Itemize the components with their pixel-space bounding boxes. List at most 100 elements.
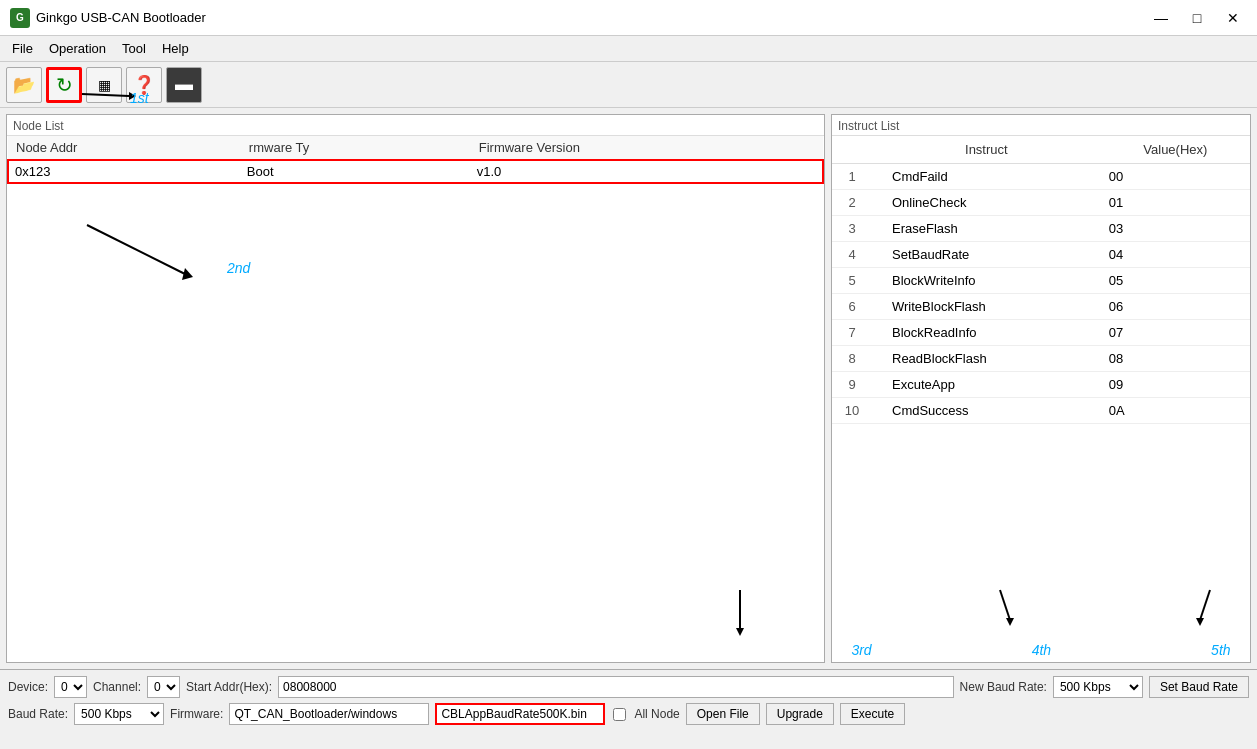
instruct-value: 08 — [1101, 346, 1250, 372]
menu-file[interactable]: File — [4, 39, 41, 58]
all-node-checkbox[interactable] — [613, 708, 626, 721]
instruct-name: BlockWriteInfo — [872, 268, 1101, 294]
menu-bar: File Operation Tool Help — [0, 36, 1257, 62]
instruct-value: 09 — [1101, 372, 1250, 398]
node-list-title: Node List — [7, 115, 824, 136]
annotation-1st: 1st — [130, 90, 149, 106]
instruct-value: 03 — [1101, 216, 1250, 242]
new-baud-label: New Baud Rate: — [960, 680, 1047, 694]
instruct-value: 05 — [1101, 268, 1250, 294]
window-controls[interactable]: — □ ✕ — [1147, 8, 1247, 28]
instruct-num: 7 — [832, 320, 872, 346]
table-row[interactable]: 1 CmdFaild 00 — [832, 164, 1250, 190]
minimize-button[interactable]: — — [1147, 8, 1175, 28]
instruct-value: 00 — [1101, 164, 1250, 190]
table-row[interactable]: 7 BlockReadInfo 07 — [832, 320, 1250, 346]
table-row[interactable]: 5 BlockWriteInfo 05 — [832, 268, 1250, 294]
baud-rate-select[interactable]: 500 Kbps — [74, 703, 164, 725]
menu-tool[interactable]: Tool — [114, 39, 154, 58]
instruct-num: 6 — [832, 294, 872, 320]
close-button[interactable]: ✕ — [1219, 8, 1247, 28]
device-button[interactable]: ▬ — [166, 67, 202, 103]
channel-select[interactable]: 0 — [147, 676, 180, 698]
instruct-list-title: Instruct List — [832, 115, 1250, 136]
instruct-list-panel: Instruct List Instruct Value(Hex) 1 CmdF… — [831, 114, 1251, 663]
maximize-button[interactable]: □ — [1183, 8, 1211, 28]
main-content: Node List Node Addr rmware Ty Firmware V… — [0, 108, 1257, 669]
window-title: Ginkgo USB-CAN Bootloader — [36, 10, 1147, 25]
instruct-name: OnlineCheck — [872, 190, 1101, 216]
col-num — [832, 136, 872, 164]
instruct-name: ReadBlockFlash — [872, 346, 1101, 372]
annotation-2nd: 2nd — [227, 260, 250, 276]
table-row[interactable]: 2 OnlineCheck 01 — [832, 190, 1250, 216]
annotation-4th: 4th — [1032, 642, 1051, 658]
instruct-value: 01 — [1101, 190, 1250, 216]
table-row[interactable]: 9 ExcuteApp 09 — [832, 372, 1250, 398]
open-folder-button[interactable]: 📂 — [6, 67, 42, 103]
svg-line-2 — [87, 225, 187, 275]
table-row[interactable]: 8 ReadBlockFlash 08 — [832, 346, 1250, 372]
channel-label: Channel: — [93, 680, 141, 694]
node-addr-cell: 0x123 — [8, 160, 241, 183]
device-select[interactable]: 0 — [54, 676, 87, 698]
instruct-name: BlockReadInfo — [872, 320, 1101, 346]
bottom-bar: Device: 0 Channel: 0 Start Addr(Hex): Ne… — [0, 669, 1257, 749]
instruct-num: 5 — [832, 268, 872, 294]
instruct-name: SetBaudRate — [872, 242, 1101, 268]
table-row[interactable]: 6 WriteBlockFlash 06 — [832, 294, 1250, 320]
col-value: Value(Hex) — [1101, 136, 1250, 164]
instruct-num: 8 — [832, 346, 872, 372]
set-baud-rate-button[interactable]: Set Baud Rate — [1149, 676, 1249, 698]
instruct-value: 0A — [1101, 398, 1250, 424]
app-icon: G — [10, 8, 30, 28]
table-row[interactable]: 0x123 Boot v1.0 — [8, 160, 823, 183]
table-row[interactable]: 4 SetBaudRate 04 — [832, 242, 1250, 268]
instruct-num: 2 — [832, 190, 872, 216]
col-firmware-type: rmware Ty — [241, 136, 471, 160]
col-instruct: Instruct — [872, 136, 1101, 164]
svg-line-0 — [82, 94, 129, 96]
instruct-num: 3 — [832, 216, 872, 242]
upgrade-button[interactable]: Upgrade — [766, 703, 834, 725]
execute-button[interactable]: Execute — [840, 703, 905, 725]
instruct-num: 10 — [832, 398, 872, 424]
open-file-button[interactable]: Open File — [686, 703, 760, 725]
instruct-name: WriteBlockFlash — [872, 294, 1101, 320]
col-firmware-version: Firmware Version — [471, 136, 823, 160]
instruct-value: 07 — [1101, 320, 1250, 346]
new-baud-select[interactable]: 500 Kbps — [1053, 676, 1143, 698]
instruct-value: 04 — [1101, 242, 1250, 268]
instruct-name: ExcuteApp — [872, 372, 1101, 398]
svg-marker-3 — [182, 268, 193, 280]
menu-help[interactable]: Help — [154, 39, 197, 58]
menu-operation[interactable]: Operation — [41, 39, 114, 58]
bottom-row-2: Baud Rate: 500 Kbps Firmware: All Node O… — [8, 703, 1249, 725]
annotation-3rd: 3rd — [851, 642, 871, 658]
device-label: Device: — [8, 680, 48, 694]
instruct-name: CmdSuccess — [872, 398, 1101, 424]
col-node-addr: Node Addr — [8, 136, 241, 160]
table-row[interactable]: 3 EraseFlash 03 — [832, 216, 1250, 242]
instruct-name: EraseFlash — [872, 216, 1101, 242]
start-addr-input[interactable] — [278, 676, 953, 698]
annotation-5th: 5th — [1211, 642, 1230, 658]
title-bar: G Ginkgo USB-CAN Bootloader — □ ✕ — [0, 0, 1257, 36]
instruct-num: 4 — [832, 242, 872, 268]
baud-rate-label: Baud Rate: — [8, 707, 68, 721]
table-row[interactable]: 10 CmdSuccess 0A — [832, 398, 1250, 424]
arrow-2nd-svg — [67, 215, 267, 295]
instruct-value: 06 — [1101, 294, 1250, 320]
instruct-table: Instruct Value(Hex) 1 CmdFaild 00 2 Onli… — [832, 136, 1250, 424]
firmware-file-input[interactable] — [435, 703, 605, 725]
instruct-name: CmdFaild — [872, 164, 1101, 190]
instruct-num: 9 — [832, 372, 872, 398]
start-addr-label: Start Addr(Hex): — [186, 680, 272, 694]
toolbar: 📂 ↻ ▦ ❓ ▬ 1st — [0, 62, 1257, 108]
node-list-panel: Node List Node Addr rmware Ty Firmware V… — [6, 114, 825, 663]
node-version-cell: v1.0 — [471, 160, 823, 183]
firmware-path-input[interactable] — [229, 703, 429, 725]
firmware-label: Firmware: — [170, 707, 223, 721]
node-table: Node Addr rmware Ty Firmware Version 0x1… — [7, 136, 824, 184]
bottom-row-1: Device: 0 Channel: 0 Start Addr(Hex): Ne… — [8, 676, 1249, 698]
